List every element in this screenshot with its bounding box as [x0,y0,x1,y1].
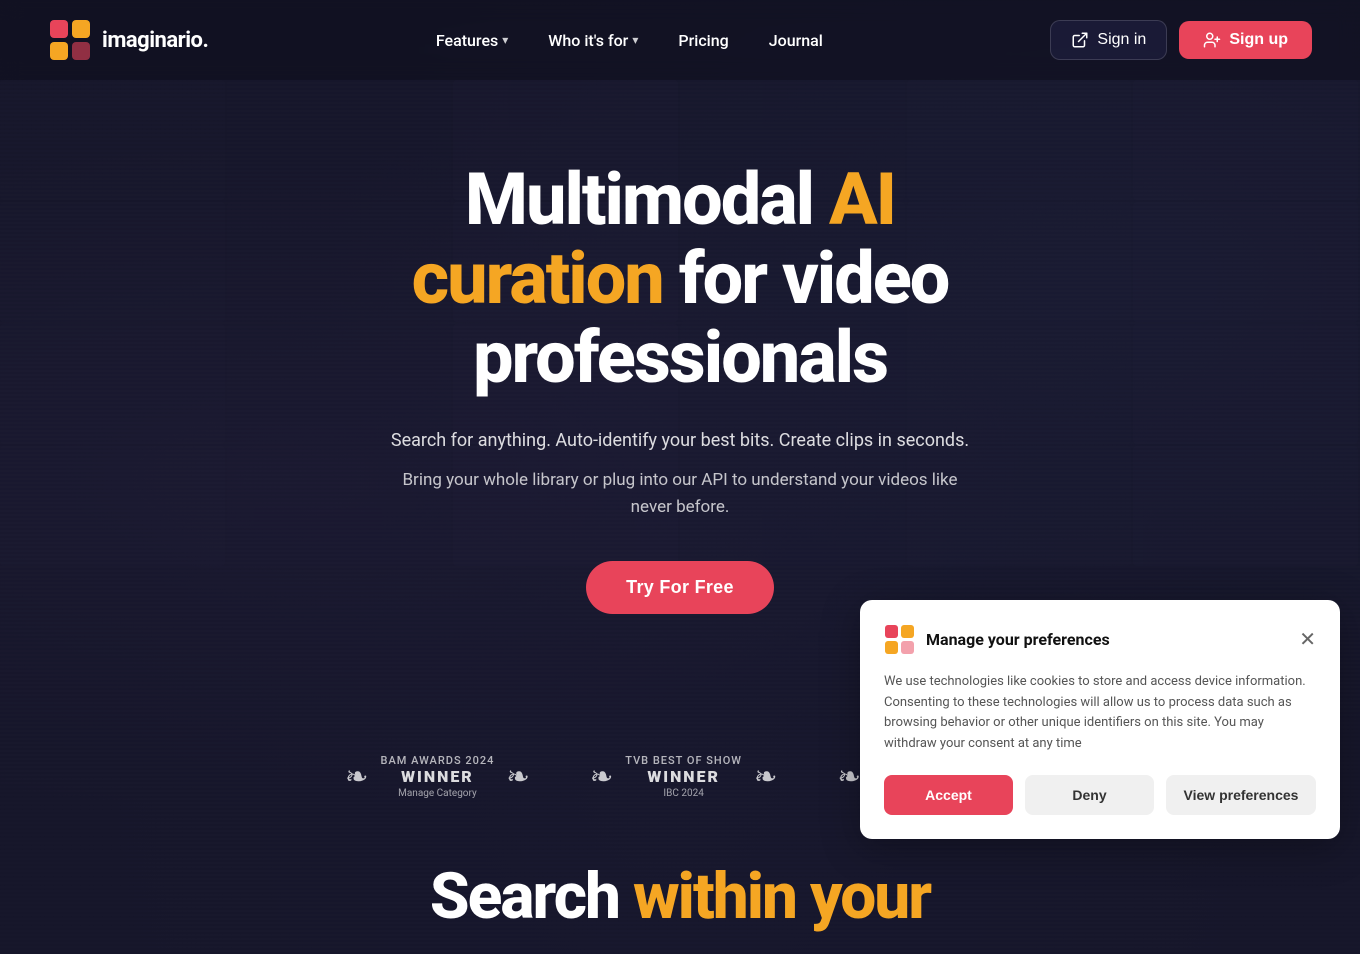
nav-journal-label: Journal [769,31,823,50]
cookie-logo-icon [884,624,916,656]
award-org-2: TVB Best of Show [625,754,742,767]
nav-who-label: Who it's for [548,31,628,50]
external-link-icon [1071,31,1089,49]
person-add-icon [1203,31,1221,49]
nav-pricing-label: Pricing [678,31,728,50]
cookie-close-button[interactable]: ✕ [1299,630,1316,650]
bottom-hero-section: Search within your [0,839,1360,954]
view-preferences-button[interactable]: View preferences [1166,775,1316,815]
signin-label: Sign in [1097,31,1146,49]
hero-title-part2: curation [412,236,663,321]
nav-item-journal[interactable]: Journal [753,21,839,60]
logo[interactable]: imaginario. [48,18,208,62]
bottom-title-accent: within your [633,859,930,934]
navbar: imaginario. Features ▾ Who it's for ▾ Pr… [0,0,1360,80]
bottom-title-part1: Search [430,859,633,934]
wreath-left-icon: ❧ [590,760,613,793]
cookie-actions: Accept Deny View preferences [884,775,1316,815]
wreath-right-icon: ❧ [506,760,529,793]
cookie-title: Manage your preferences [926,630,1110,649]
bottom-hero-title: Search within your [48,859,1312,934]
signup-label: Sign up [1229,31,1288,49]
logo-text: imaginario. [102,28,208,53]
logo-icon [48,18,92,62]
award-type-1: WINNER [381,767,495,786]
hero-title-part3: for video [663,236,949,321]
signin-button[interactable]: Sign in [1050,20,1167,60]
award-type-2: WINNER [625,767,742,786]
hero-subtitle: Search for anything. Auto-identify your … [391,430,969,451]
signup-button[interactable]: Sign up [1179,21,1312,59]
wreath-left-icon: ❧ [837,760,860,793]
award-category-2: IBC 2024 [625,788,742,799]
nav-item-features[interactable]: Features ▾ [420,21,524,60]
hero-title: Multimodal AI curation for video profess… [412,160,949,398]
chevron-down-icon: ▾ [632,33,638,47]
hero-title-accent1: AI [829,157,895,242]
wreath-left-icon: ❧ [345,760,368,793]
nav-features-label: Features [436,31,498,50]
nav-item-who-its-for[interactable]: Who it's for ▾ [532,21,654,60]
nav-item-pricing[interactable]: Pricing [662,21,744,60]
wreath-right-icon: ❧ [754,760,777,793]
cookie-body: We use technologies like cookies to stor… [884,672,1316,755]
try-for-free-button[interactable]: Try For Free [586,561,774,614]
cookie-banner: Manage your preferences ✕ We use technol… [860,600,1340,839]
hero-description: Bring your whole library or plug into ou… [390,467,970,521]
accept-button[interactable]: Accept [884,775,1013,815]
hero-title-part1: Multimodal [465,157,829,242]
award-org-1: BaM Awards 2024 [381,754,495,767]
hero-title-part4: professionals [473,315,887,400]
award-wreath-2: ❧ TVB Best of Show WINNER IBC 2024 ❧ [590,754,778,799]
nav-links: Features ▾ Who it's for ▾ Pricing Journa… [420,21,839,60]
award-category-1: Manage Category [381,788,495,799]
cookie-logo-title: Manage your preferences [884,624,1110,656]
deny-button[interactable]: Deny [1025,775,1154,815]
nav-actions: Sign in Sign up [1050,20,1312,60]
award-wreath-1: ❧ BaM Awards 2024 WINNER Manage Category… [345,754,530,799]
chevron-down-icon: ▾ [502,33,508,47]
award-tvb: ❧ TVB Best of Show WINNER IBC 2024 ❧ [590,754,778,799]
award-bam-2024: ❧ BaM Awards 2024 WINNER Manage Category… [345,754,530,799]
cookie-header: Manage your preferences ✕ [884,624,1316,656]
